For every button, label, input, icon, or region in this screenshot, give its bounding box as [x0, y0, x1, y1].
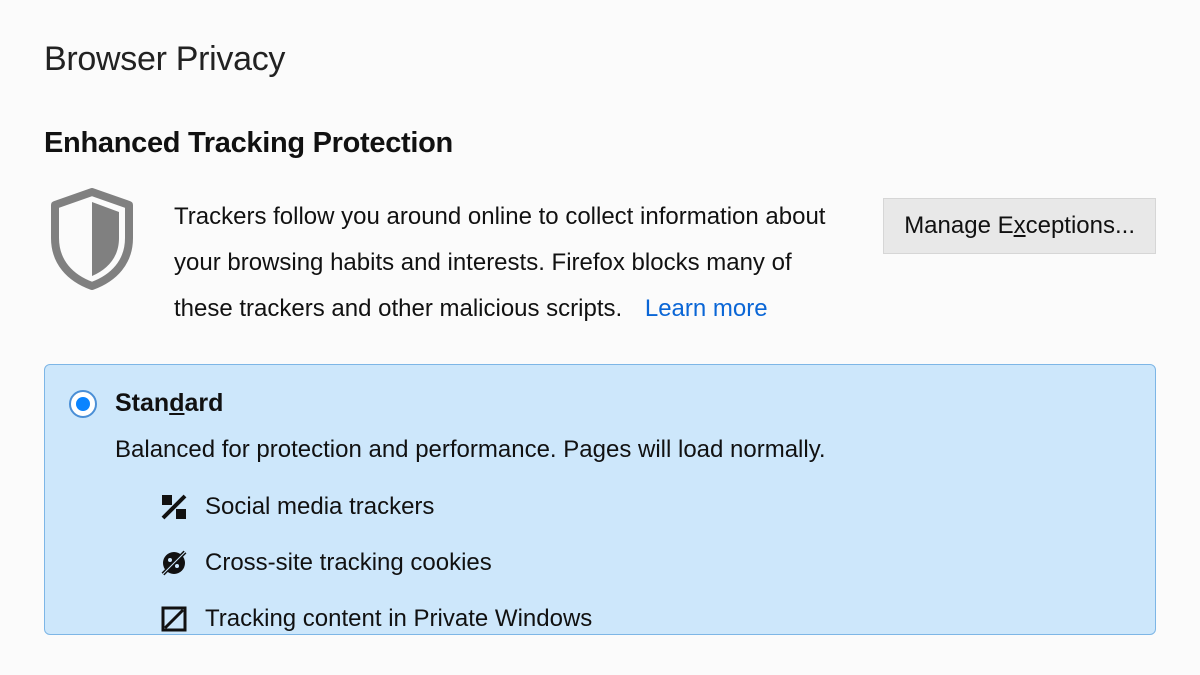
section-title: Enhanced Tracking Protection: [44, 127, 1156, 160]
list-item: Cross-site tracking cookies: [159, 548, 1131, 578]
intro-row: Trackers follow you around online to col…: [44, 188, 1156, 332]
list-item: Tracking content in Private Windows: [159, 604, 1131, 634]
option-description: Balanced for protection and performance.…: [115, 436, 1131, 464]
feature-label: Cross-site tracking cookies: [205, 549, 492, 577]
radio-standard[interactable]: [69, 390, 97, 418]
feature-label: Social media trackers: [205, 493, 434, 521]
intro-text-block: Trackers follow you around online to col…: [174, 188, 849, 332]
shield-icon: [44, 188, 140, 290]
tracking-content-icon: [159, 604, 189, 634]
list-item: Social media trackers: [159, 492, 1131, 522]
standard-option-card[interactable]: Standard Balanced for protection and per…: [44, 364, 1156, 635]
social-trackers-icon: [159, 492, 189, 522]
page-title: Browser Privacy: [44, 40, 1156, 79]
option-label-standard: Standard: [115, 389, 223, 418]
cookies-icon: [159, 548, 189, 578]
feature-label: Tracking content in Private Windows: [205, 605, 592, 633]
feature-list: Social media trackers Cross-site trackin…: [159, 492, 1131, 634]
learn-more-link[interactable]: Learn more: [645, 295, 768, 322]
manage-exceptions-button[interactable]: Manage Exceptions...: [883, 198, 1156, 254]
